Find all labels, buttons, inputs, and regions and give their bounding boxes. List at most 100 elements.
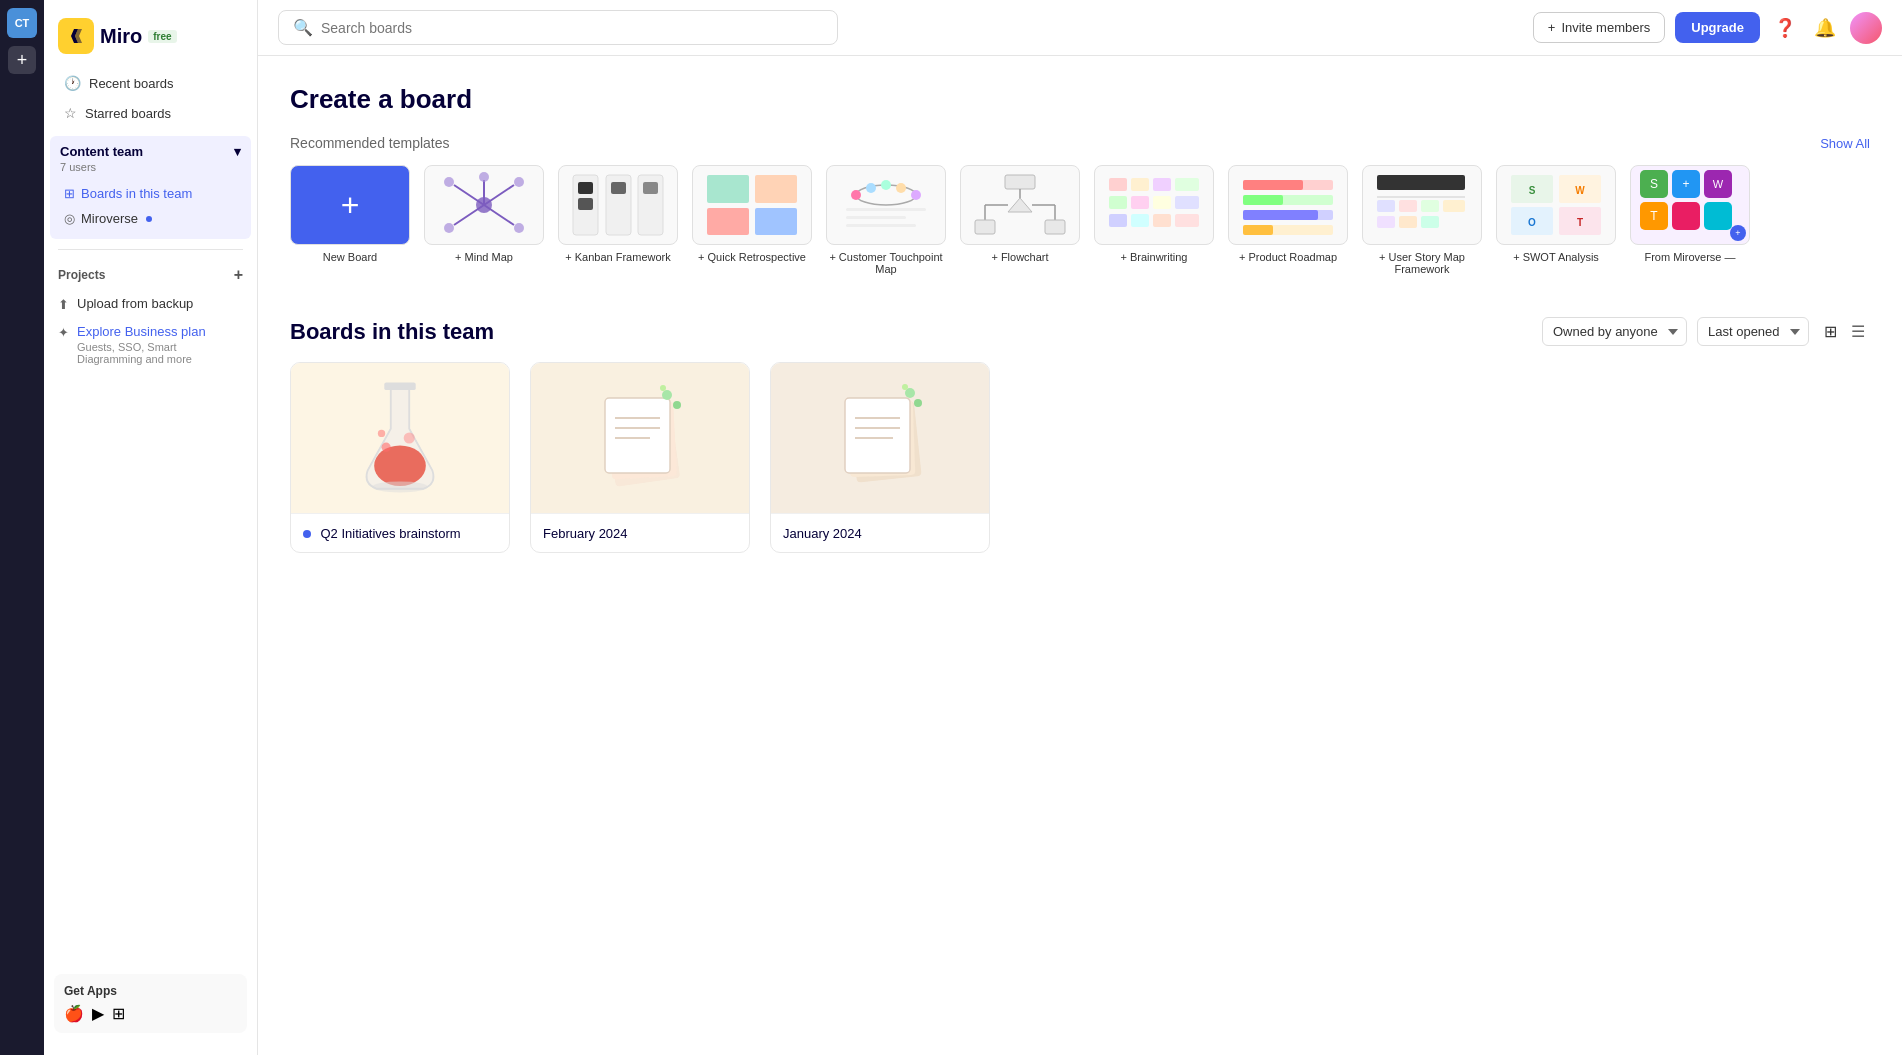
svg-rect-31 bbox=[1005, 175, 1035, 189]
svg-rect-15 bbox=[611, 182, 626, 194]
svg-point-89 bbox=[378, 430, 385, 437]
board-thumb-feb bbox=[531, 363, 749, 513]
plus-icon-new: + bbox=[341, 187, 360, 224]
board-info-q2: Q2 Initiatives brainstorm bbox=[291, 513, 509, 552]
template-thumb-roadmap bbox=[1228, 165, 1348, 245]
template-userstory[interactable]: + User Story Map Framework bbox=[1362, 165, 1482, 275]
upload-backup-link[interactable]: ⬆ Upload from backup bbox=[44, 290, 257, 318]
svg-text:T: T bbox=[1650, 209, 1658, 223]
templates-section-label: Recommended templates bbox=[290, 135, 450, 151]
search-box[interactable]: 🔍 bbox=[278, 10, 838, 45]
team-avatar[interactable]: CT bbox=[7, 8, 37, 38]
svg-rect-45 bbox=[1131, 214, 1149, 227]
boards-in-team-link[interactable]: ⊞ Boards in this team bbox=[60, 181, 241, 206]
apple-icon[interactable]: 🍎 bbox=[64, 1004, 84, 1023]
template-retro[interactable]: + Quick Retrospective bbox=[692, 165, 812, 275]
notification-icon[interactable]: 🔔 bbox=[1810, 13, 1840, 43]
user-avatar[interactable] bbox=[1850, 12, 1882, 44]
template-flowchart[interactable]: + Flowchart bbox=[960, 165, 1080, 275]
svg-point-26 bbox=[896, 183, 906, 193]
miroverse-label: Miroverse bbox=[81, 211, 138, 226]
owner-filter-select[interactable]: Owned by anyone bbox=[1542, 317, 1687, 346]
board-card-q2[interactable]: Q2 Initiatives brainstorm bbox=[290, 362, 510, 553]
template-brainwriting[interactable]: + Brainwriting bbox=[1094, 165, 1214, 275]
explore-plan-label: Explore Business plan bbox=[77, 324, 243, 339]
add-project-button[interactable]: + bbox=[234, 266, 243, 284]
template-swot[interactable]: S W O T + SWOT Analysis bbox=[1496, 165, 1616, 275]
svg-rect-30 bbox=[846, 224, 916, 227]
board-name-feb: February 2024 bbox=[543, 526, 628, 541]
invite-members-button[interactable]: + Invite members bbox=[1533, 12, 1665, 43]
svg-rect-42 bbox=[1109, 214, 1127, 227]
svg-rect-17 bbox=[643, 182, 658, 194]
svg-point-101 bbox=[660, 385, 666, 391]
svg-rect-55 bbox=[1243, 195, 1283, 205]
svg-rect-13 bbox=[578, 198, 593, 210]
template-name-mindmap: + Mind Map bbox=[424, 251, 544, 263]
team-section: Content team ▾ 7 users ⊞ Boards in this … bbox=[50, 136, 251, 239]
add-nav-button[interactable]: + bbox=[8, 46, 36, 74]
board-card-jan[interactable]: January 2024 bbox=[770, 362, 990, 553]
list-view-icon[interactable]: ☰ bbox=[1846, 317, 1870, 346]
svg-rect-53 bbox=[1243, 180, 1303, 190]
svg-rect-57 bbox=[1243, 210, 1318, 220]
svg-point-8 bbox=[514, 223, 524, 233]
boards-section: Boards in this team Owned by anyone Last… bbox=[290, 317, 1870, 553]
page-title: Create a board bbox=[290, 84, 1870, 115]
svg-line-1 bbox=[454, 185, 484, 205]
svg-point-87 bbox=[374, 445, 426, 486]
template-miroverse[interactable]: S + W T + From Miroverse — bbox=[1630, 165, 1750, 275]
template-name-userstory: + User Story Map Framework bbox=[1362, 251, 1482, 275]
play-icon[interactable]: ▶ bbox=[92, 1004, 104, 1023]
template-kanban[interactable]: + Kanban Framework bbox=[558, 165, 678, 275]
svg-rect-21 bbox=[755, 208, 797, 235]
svg-text:S: S bbox=[1650, 177, 1658, 191]
svg-marker-33 bbox=[1008, 198, 1032, 212]
upgrade-button[interactable]: Upgrade bbox=[1675, 12, 1760, 43]
board-thumb-jan bbox=[771, 363, 989, 513]
compass-icon: ◎ bbox=[64, 211, 75, 226]
svg-point-10 bbox=[479, 172, 489, 182]
recent-boards-link[interactable]: 🕐 Recent boards bbox=[50, 68, 251, 98]
svg-point-4 bbox=[514, 177, 524, 187]
template-thumb-retro bbox=[692, 165, 812, 245]
svg-text:O: O bbox=[1528, 217, 1536, 228]
explore-plan-link[interactable]: ✦ Explore Business plan Guests, SSO, Sma… bbox=[44, 318, 257, 371]
template-thumb-swot: S W O T bbox=[1496, 165, 1616, 245]
grid-view-icon[interactable]: ⊞ bbox=[1819, 317, 1842, 346]
svg-rect-66 bbox=[1377, 216, 1395, 228]
team-header[interactable]: Content team ▾ bbox=[60, 144, 241, 159]
upload-icon: ⬆ bbox=[58, 297, 69, 312]
show-all-link[interactable]: Show All bbox=[1820, 136, 1870, 151]
sort-filter-select[interactable]: Last opened bbox=[1697, 317, 1809, 346]
svg-rect-41 bbox=[1109, 196, 1127, 209]
boards-filters: Owned by anyone Last opened ⊞ ☰ bbox=[1542, 317, 1870, 346]
help-icon[interactable]: ❓ bbox=[1770, 13, 1800, 43]
template-name-miroverse: From Miroverse — bbox=[1630, 251, 1750, 263]
svg-rect-50 bbox=[1175, 196, 1199, 209]
svg-rect-44 bbox=[1131, 196, 1149, 209]
template-thumb-miroverse: S + W T + bbox=[1630, 165, 1750, 245]
svg-text:S: S bbox=[1529, 185, 1536, 196]
template-customer[interactable]: + Customer Touchpoint Map bbox=[826, 165, 946, 275]
template-new-board[interactable]: + New Board bbox=[290, 165, 410, 275]
svg-point-99 bbox=[662, 390, 672, 400]
template-thumb-new: + bbox=[290, 165, 410, 245]
template-mind-map[interactable]: + Mind Map bbox=[424, 165, 544, 275]
svg-line-7 bbox=[484, 205, 514, 225]
app-icons-row: 🍎 ▶ ⊞ bbox=[62, 1004, 239, 1023]
projects-header: Projects + bbox=[44, 260, 257, 290]
template-roadmap[interactable]: + Product Roadmap bbox=[1228, 165, 1348, 275]
svg-text:W: W bbox=[1575, 185, 1585, 196]
svg-point-2 bbox=[444, 177, 454, 187]
board-card-feb[interactable]: February 2024 bbox=[530, 362, 750, 553]
miroverse-link[interactable]: ◎ Miroverse bbox=[60, 206, 241, 231]
grid-icon: ⊞ bbox=[64, 186, 75, 201]
svg-rect-68 bbox=[1421, 216, 1439, 228]
starred-boards-link[interactable]: ☆ Starred boards bbox=[50, 98, 251, 128]
search-input[interactable] bbox=[321, 20, 823, 36]
svg-point-110 bbox=[902, 384, 908, 390]
windows-icon[interactable]: ⊞ bbox=[112, 1004, 125, 1023]
get-apps-section: Get Apps 🍎 ▶ ⊞ bbox=[54, 974, 247, 1033]
svg-rect-12 bbox=[578, 182, 593, 194]
